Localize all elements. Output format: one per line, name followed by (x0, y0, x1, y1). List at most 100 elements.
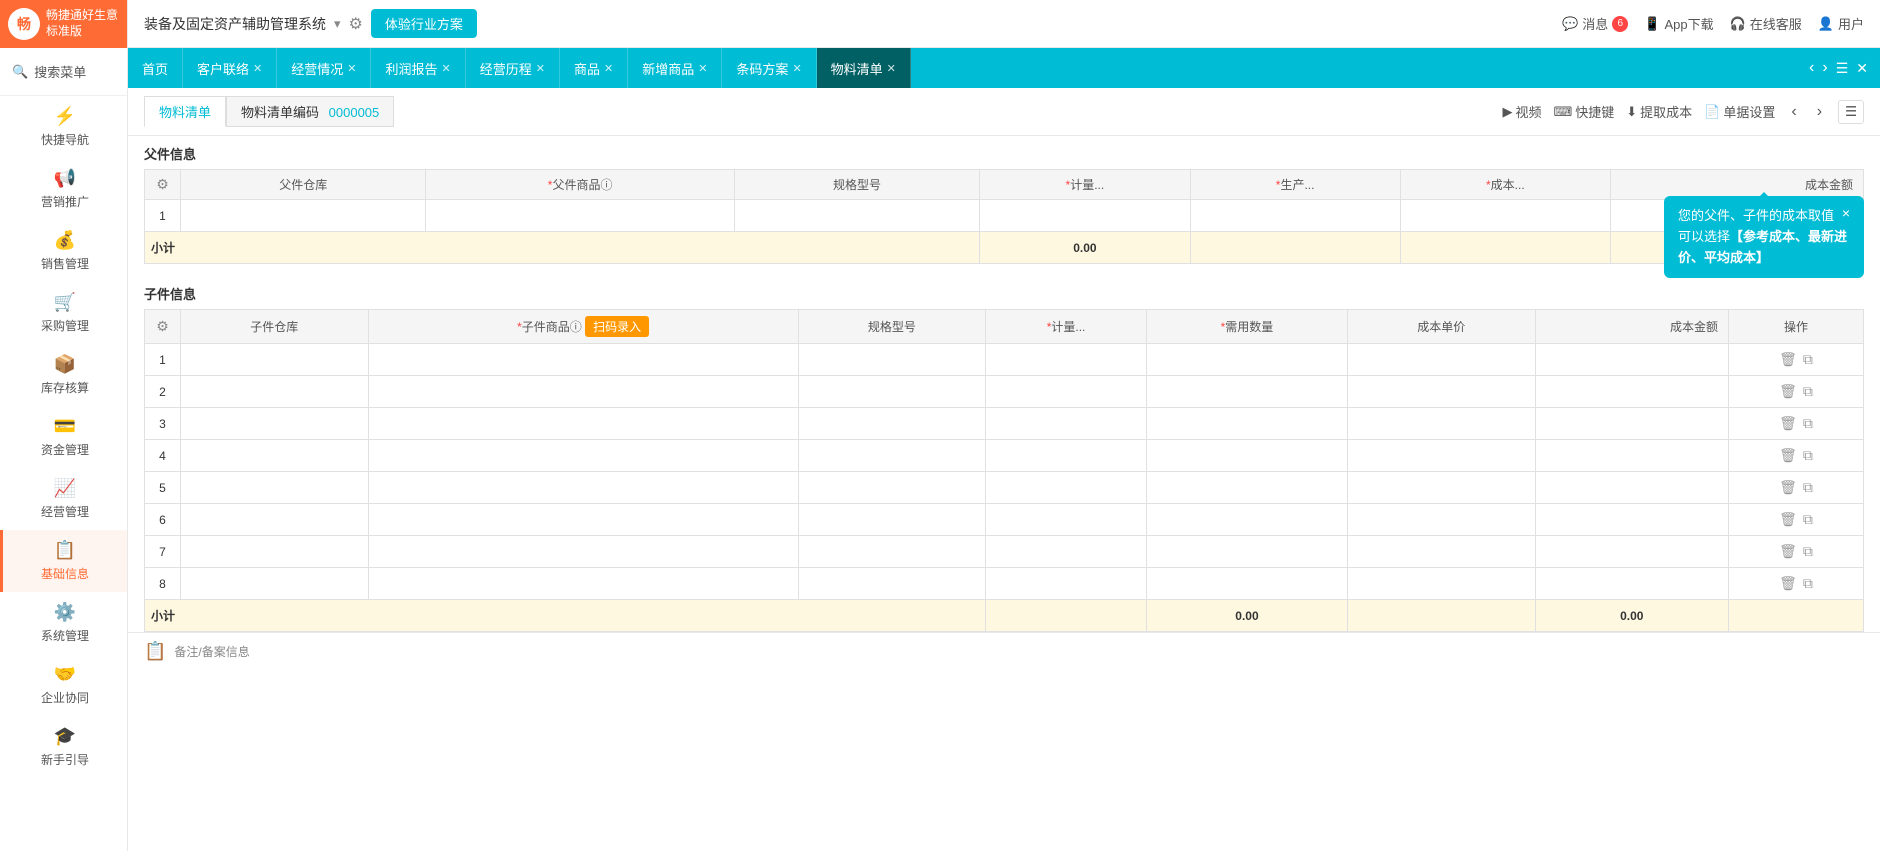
child-product-4[interactable] (368, 440, 798, 472)
tab-history[interactable]: 经营历程 ✕ (466, 48, 560, 88)
tab-prev-arrow[interactable]: ‹ (1805, 59, 1818, 77)
delete-icon[interactable]: 🗑 (1779, 543, 1797, 560)
tab-barcode[interactable]: 条码方案 ✕ (722, 48, 816, 88)
extract-cost-button[interactable]: ⬇ 提取成本 (1626, 102, 1692, 121)
child-qty-2[interactable] (1146, 376, 1347, 408)
child-qty-7[interactable] (1146, 536, 1347, 568)
dropdown-arrow-icon[interactable]: ▾ (334, 16, 341, 32)
sidebar-item-operations[interactable]: 📈 经营管理 (0, 468, 127, 530)
copy-icon[interactable]: ⧉ (1803, 575, 1813, 592)
child-qty-6[interactable] (1146, 504, 1347, 536)
child-unit-price-8[interactable] (1347, 568, 1535, 600)
settings-gear-icon[interactable]: ⚙ (156, 176, 169, 192)
child-qty-5[interactable] (1146, 472, 1347, 504)
child-spec-2[interactable] (798, 376, 986, 408)
delete-icon[interactable]: 🗑 (1779, 351, 1797, 368)
parent-unit-cell[interactable] (980, 200, 1190, 232)
tab-close-icon[interactable]: ✕ (536, 62, 545, 75)
child-warehouse-8[interactable] (181, 568, 369, 600)
sub-tab-bom-list[interactable]: 物料清单 (144, 96, 226, 127)
child-settings-gear-icon[interactable]: ⚙ (156, 318, 169, 334)
child-unit-price-3[interactable] (1347, 408, 1535, 440)
tab-close-icon[interactable]: ✕ (253, 62, 262, 75)
child-product-1[interactable] (368, 344, 798, 376)
child-unit-5[interactable] (986, 472, 1147, 504)
sidebar-item-finance[interactable]: 💳 资金管理 (0, 406, 127, 468)
grid-view-button[interactable]: ☰ (1838, 100, 1864, 124)
search-menu-button[interactable]: 🔍 搜索菜单 (8, 56, 119, 87)
copy-icon[interactable]: ⧉ (1803, 447, 1813, 464)
parent-product-cell[interactable] (426, 200, 734, 232)
child-unit-2[interactable] (986, 376, 1147, 408)
experience-btn[interactable]: 体验行业方案 (371, 9, 477, 38)
settings-icon[interactable]: ⚙ (349, 14, 363, 34)
child-spec-1[interactable] (798, 344, 986, 376)
copy-icon[interactable]: ⧉ (1803, 511, 1813, 528)
tab-home[interactable]: 首页 (128, 48, 183, 88)
child-warehouse-3[interactable] (181, 408, 369, 440)
child-unit-price-4[interactable] (1347, 440, 1535, 472)
delete-icon[interactable]: 🗑 (1779, 511, 1797, 528)
user-button[interactable]: 👤 用户 (1818, 14, 1864, 33)
tab-operations[interactable]: 经营情况 ✕ (277, 48, 371, 88)
scan-button[interactable]: 扫码录入 (585, 316, 649, 337)
child-spec-3[interactable] (798, 408, 986, 440)
content-prev-button[interactable]: ‹ (1787, 103, 1800, 121)
sidebar-item-system[interactable]: ⚙️ 系统管理 (0, 592, 127, 654)
tab-customer[interactable]: 客户联络 ✕ (183, 48, 277, 88)
child-qty-3[interactable] (1146, 408, 1347, 440)
delete-icon[interactable]: 🗑 (1779, 415, 1797, 432)
tab-close-icon[interactable]: ✕ (887, 62, 896, 75)
tab-close-icon[interactable]: ✕ (792, 62, 801, 75)
sidebar-search[interactable]: 🔍 搜索菜单 (0, 48, 127, 96)
child-spec-5[interactable] (798, 472, 986, 504)
online-service-button[interactable]: 🎧 在线客服 (1730, 14, 1802, 33)
child-unit-price-7[interactable] (1347, 536, 1535, 568)
child-unit-price-2[interactable] (1347, 376, 1535, 408)
child-qty-4[interactable] (1146, 440, 1347, 472)
tab-new-product[interactable]: 新增商品 ✕ (628, 48, 722, 88)
content-next-button[interactable]: › (1813, 103, 1826, 121)
child-th-settings[interactable]: ⚙ (145, 310, 181, 344)
child-qty-1[interactable] (1146, 344, 1347, 376)
message-button[interactable]: 💬 消息 6 (1562, 14, 1628, 33)
child-unit-4[interactable] (986, 440, 1147, 472)
copy-icon[interactable]: ⧉ (1803, 351, 1813, 368)
child-unit-7[interactable] (986, 536, 1147, 568)
parent-warehouse-cell[interactable] (181, 200, 426, 232)
single-setting-button[interactable]: 📄 单据设置 (1704, 102, 1775, 121)
child-warehouse-1[interactable] (181, 344, 369, 376)
parent-th-settings[interactable]: ⚙ (145, 170, 181, 200)
child-warehouse-2[interactable] (181, 376, 369, 408)
sidebar-item-marketing[interactable]: 📢 营销推广 (0, 158, 127, 220)
child-unit-6[interactable] (986, 504, 1147, 536)
tab-close-icon[interactable]: ✕ (604, 62, 613, 75)
tab-close-icon[interactable]: ✕ (442, 62, 451, 75)
child-qty-8[interactable] (1146, 568, 1347, 600)
tab-close-icon[interactable]: ✕ (698, 62, 707, 75)
child-spec-8[interactable] (798, 568, 986, 600)
tab-menu-icon[interactable]: ☰ (1832, 60, 1853, 77)
child-product-6[interactable] (368, 504, 798, 536)
sidebar-item-inventory[interactable]: 📦 库存核算 (0, 344, 127, 406)
sidebar-item-sales[interactable]: 💰 销售管理 (0, 220, 127, 282)
child-product-7[interactable] (368, 536, 798, 568)
sidebar-item-cooperation[interactable]: 🤝 企业协同 (0, 654, 127, 716)
child-warehouse-7[interactable] (181, 536, 369, 568)
child-warehouse-5[interactable] (181, 472, 369, 504)
tab-close-all-icon[interactable]: ✕ (1852, 60, 1872, 77)
child-unit-3[interactable] (986, 408, 1147, 440)
child-spec-4[interactable] (798, 440, 986, 472)
tab-close-icon[interactable]: ✕ (347, 62, 356, 75)
child-product-5[interactable] (368, 472, 798, 504)
child-warehouse-6[interactable] (181, 504, 369, 536)
delete-icon[interactable]: 🗑 (1779, 447, 1797, 464)
child-unit-price-1[interactable] (1347, 344, 1535, 376)
sub-tab-bom-code[interactable]: 物料清单编码 0000005 (226, 96, 394, 127)
tab-profit[interactable]: 利润报告 ✕ (371, 48, 465, 88)
sidebar-item-guide[interactable]: 🎓 新手引导 (0, 716, 127, 778)
sidebar-item-purchase[interactable]: 🛒 采购管理 (0, 282, 127, 344)
tab-bom[interactable]: 物料清单 ✕ (817, 48, 911, 88)
child-product-8[interactable] (368, 568, 798, 600)
parent-production-cell[interactable] (1190, 200, 1400, 232)
